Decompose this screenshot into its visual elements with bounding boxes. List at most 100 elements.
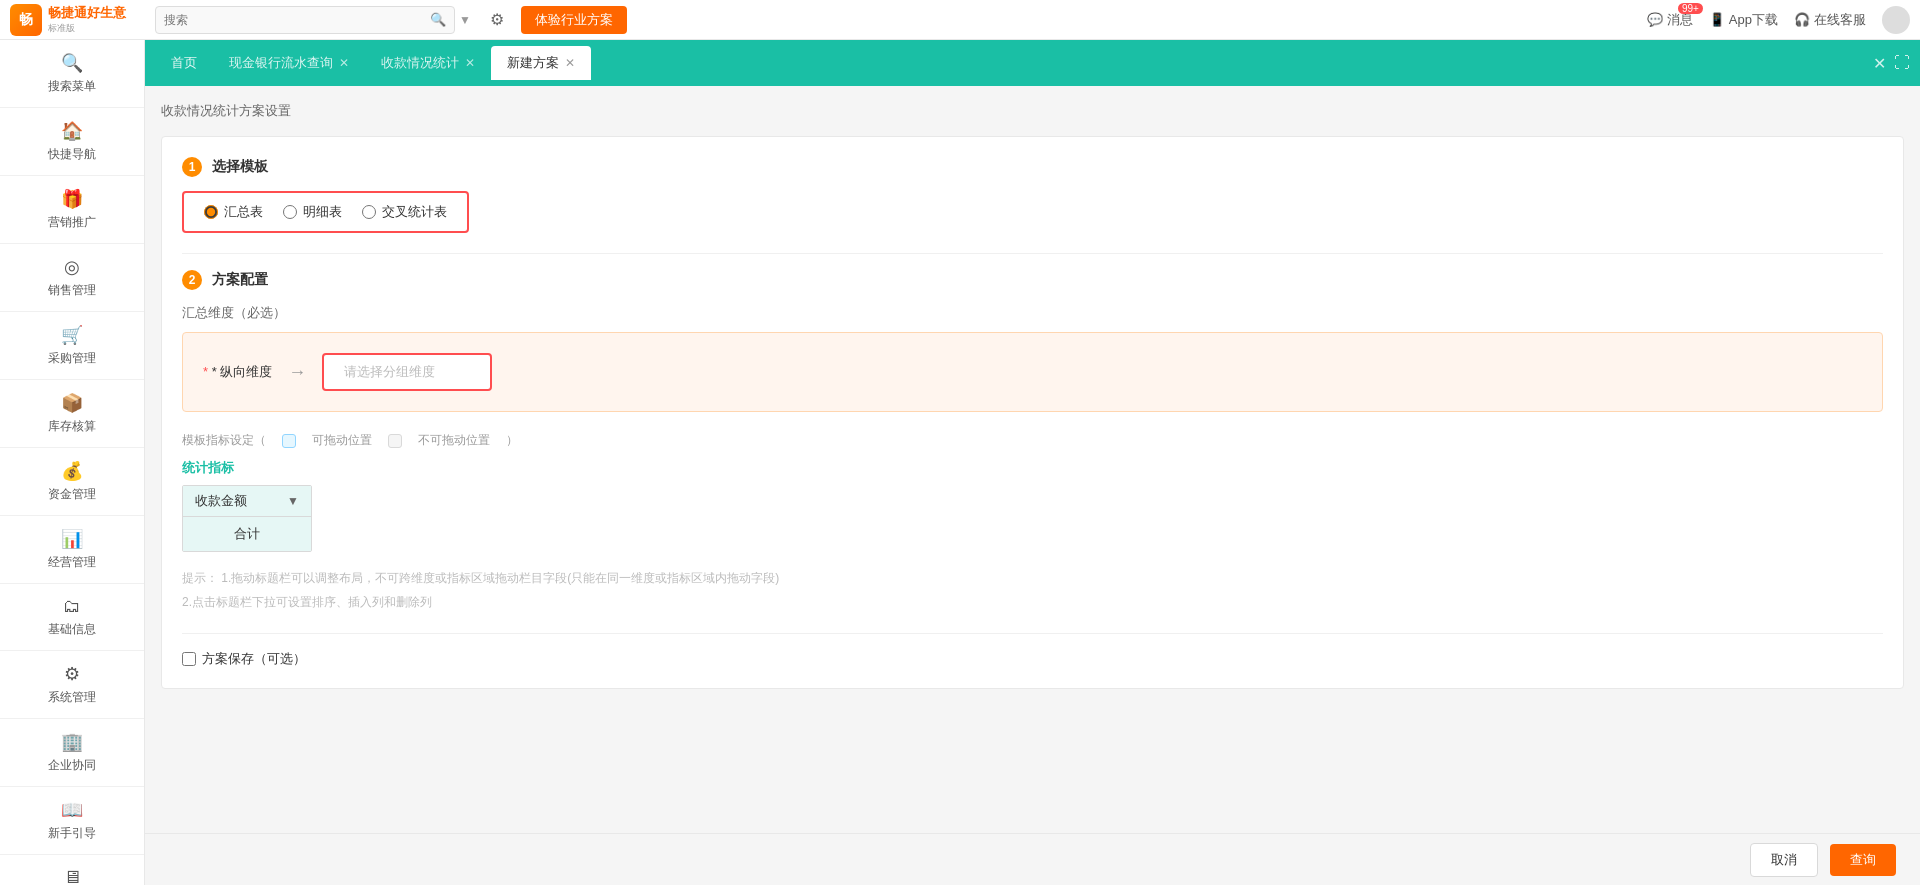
chevron-down-icon: ▼ bbox=[459, 13, 471, 27]
finance-icon: 💰 bbox=[61, 460, 83, 482]
top-right: 💬 消息 99+ 📱 App下载 🎧 在线客服 bbox=[1647, 6, 1910, 34]
top-bar: 畅 畅捷通好生意 标准版 🔍 ▼ ⚙ 体验行业方案 💬 消息 99+ 📱 App… bbox=[0, 0, 1920, 40]
basic-icon: 🗂 bbox=[63, 596, 81, 617]
user-avatar[interactable] bbox=[1882, 6, 1910, 34]
sidebar-item-hardware[interactable]: 🖥 智能硬件 bbox=[0, 855, 144, 885]
not-draggable-dot bbox=[388, 434, 402, 448]
sidebar-item-system[interactable]: ⚙ 系统管理 bbox=[0, 651, 144, 719]
radio-detail-label: 明细表 bbox=[303, 203, 342, 221]
tab-receipt-stat[interactable]: 收款情况统计 ✕ bbox=[365, 46, 491, 80]
gift-icon: 🎁 bbox=[61, 188, 83, 210]
step1-title: 选择模板 bbox=[212, 158, 268, 176]
sidebar-item-finance[interactable]: 💰 资金管理 bbox=[0, 448, 144, 516]
tip-1: 提示： 1.拖动标题栏可以调整布局，不可跨维度或指标区域拖动栏目字段(只能在同一… bbox=[182, 568, 1883, 590]
step2-section: 2 方案配置 汇总维度（必选） * * 纵向维度 → bbox=[182, 270, 1883, 613]
dimension-area: * * 纵向维度 → 请选择分组维度 bbox=[182, 332, 1883, 412]
save-label: 方案保存（可选） bbox=[202, 650, 306, 668]
divider2 bbox=[182, 633, 1883, 634]
close-tab-btn[interactable]: ✕ bbox=[1873, 54, 1886, 73]
step1-header: 1 选择模板 bbox=[182, 157, 1883, 177]
sales-icon: ◎ bbox=[64, 256, 80, 278]
message-button[interactable]: 💬 消息 99+ bbox=[1647, 11, 1693, 29]
indicator-hint-label: 模板指标设定（ bbox=[182, 432, 266, 449]
query-button[interactable]: 查询 bbox=[1830, 844, 1896, 876]
industry-button[interactable]: 体验行业方案 bbox=[521, 6, 627, 34]
bottom-bar: 取消 查询 bbox=[145, 833, 1920, 885]
radio-summary-label: 汇总表 bbox=[224, 203, 263, 221]
sidebar-item-enterprise[interactable]: 🏢 企业协同 bbox=[0, 719, 144, 787]
sidebar-item-quick-nav[interactable]: 🏠 快捷导航 bbox=[0, 108, 144, 176]
radio-crosstab[interactable]: 交叉统计表 bbox=[362, 203, 447, 221]
template-select-box: 汇总表 明细表 交叉统计表 bbox=[182, 191, 469, 233]
step2-title: 方案配置 bbox=[212, 271, 268, 289]
config-section: 汇总维度（必选） * * 纵向维度 → 请选择分组维度 bbox=[182, 304, 1883, 613]
dimension-row: * * 纵向维度 → 请选择分组维度 bbox=[203, 353, 492, 391]
search-input[interactable] bbox=[164, 13, 430, 27]
dimension-select-box[interactable]: 请选择分组维度 bbox=[322, 353, 492, 391]
system-icon: ⚙ bbox=[64, 663, 80, 685]
page-title: 收款情况统计方案设置 bbox=[161, 102, 1904, 120]
sidebar-item-search-menu[interactable]: 🔍 搜索菜单 bbox=[0, 40, 144, 108]
sidebar-item-guide[interactable]: 📖 新手引导 bbox=[0, 787, 144, 855]
search-icon: 🔍 bbox=[430, 12, 446, 27]
col-header-dropdown-icon[interactable]: ▼ bbox=[287, 494, 299, 508]
sidebar-item-operations[interactable]: 📊 经营管理 bbox=[0, 516, 144, 584]
service-button[interactable]: 🎧 在线客服 bbox=[1794, 11, 1866, 29]
dimension-arrow-icon: → bbox=[288, 362, 306, 383]
dimension-title: 汇总维度（必选） bbox=[182, 304, 1883, 322]
home-icon: 🏠 bbox=[61, 120, 83, 142]
main-card: 1 选择模板 汇总表 明细表 bbox=[161, 136, 1904, 689]
stat-label: 统计指标 bbox=[182, 459, 1883, 477]
download-button[interactable]: 📱 App下载 bbox=[1709, 11, 1778, 29]
tab-cash-query[interactable]: 现金银行流水查询 ✕ bbox=[213, 46, 365, 80]
tab-close-new-plan[interactable]: ✕ bbox=[565, 56, 575, 70]
tab-bar: 首页 现金银行流水查询 ✕ 收款情况统计 ✕ 新建方案 ✕ ✕ ⛶ bbox=[145, 40, 1920, 86]
content-area: 首页 现金银行流水查询 ✕ 收款情况统计 ✕ 新建方案 ✕ ✕ ⛶ 收款情况统计… bbox=[145, 40, 1920, 885]
enterprise-icon: 🏢 bbox=[61, 731, 83, 753]
cancel-button[interactable]: 取消 bbox=[1750, 843, 1818, 877]
radio-summary-input[interactable] bbox=[204, 205, 218, 219]
search-box[interactable]: 🔍 bbox=[155, 6, 455, 34]
download-icon: 📱 bbox=[1709, 12, 1725, 27]
logo-icon: 畅 bbox=[10, 4, 42, 36]
logo-area: 畅 畅捷通好生意 标准版 bbox=[10, 4, 155, 36]
sidebar-item-basic[interactable]: 🗂 基础信息 bbox=[0, 584, 144, 651]
divider1 bbox=[182, 253, 1883, 254]
sidebar-item-purchase[interactable]: 🛒 采购管理 bbox=[0, 312, 144, 380]
tip-2: 2.点击标题栏下拉可设置排序、插入列和删除列 bbox=[182, 592, 1883, 614]
message-icon: 💬 bbox=[1647, 12, 1663, 27]
tab-new-plan[interactable]: 新建方案 ✕ bbox=[491, 46, 591, 80]
step1-num: 1 bbox=[182, 157, 202, 177]
search-dropdown[interactable]: ▼ bbox=[459, 13, 471, 27]
inventory-icon: 📦 bbox=[61, 392, 83, 414]
dimension-row-label: * * 纵向维度 bbox=[203, 363, 272, 381]
save-checkbox[interactable] bbox=[182, 652, 196, 666]
radio-crosstab-label: 交叉统计表 bbox=[382, 203, 447, 221]
col-header-text: 收款金额 bbox=[195, 492, 247, 510]
operations-icon: 📊 bbox=[61, 528, 83, 550]
step1-section: 1 选择模板 汇总表 明细表 bbox=[182, 157, 1883, 233]
radio-summary[interactable]: 汇总表 bbox=[204, 203, 263, 221]
gear-button[interactable]: ⚙ bbox=[481, 4, 513, 36]
tips-section: 提示： 1.拖动标题栏可以调整布局，不可跨维度或指标区域拖动栏目字段(只能在同一… bbox=[182, 568, 1883, 613]
logo-badge: 标准版 bbox=[48, 22, 126, 35]
maximize-btn[interactable]: ⛶ bbox=[1894, 54, 1910, 73]
hardware-icon: 🖥 bbox=[63, 867, 81, 885]
radio-crosstab-input[interactable] bbox=[362, 205, 376, 219]
sidebar-item-marketing[interactable]: 🎁 营销推广 bbox=[0, 176, 144, 244]
indicator-table: 收款金额 ▼ 合计 bbox=[182, 485, 312, 552]
indicator-hint: 模板指标设定（ 可拖动位置 不可拖动位置 ） bbox=[182, 432, 1883, 449]
tab-close-cash[interactable]: ✕ bbox=[339, 56, 349, 70]
message-badge: 99+ bbox=[1678, 3, 1703, 14]
guide-icon: 📖 bbox=[61, 799, 83, 821]
draggable-dot bbox=[282, 434, 296, 448]
step2-num: 2 bbox=[182, 270, 202, 290]
radio-detail-input[interactable] bbox=[283, 205, 297, 219]
indicator-section: 模板指标设定（ 可拖动位置 不可拖动位置 ） 统计指标 收款金额 bbox=[182, 432, 1883, 552]
col-sub-cell: 合计 bbox=[183, 517, 311, 551]
sidebar-item-inventory[interactable]: 📦 库存核算 bbox=[0, 380, 144, 448]
tab-close-receipt[interactable]: ✕ bbox=[465, 56, 475, 70]
sidebar-item-sales[interactable]: ◎ 销售管理 bbox=[0, 244, 144, 312]
radio-detail[interactable]: 明细表 bbox=[283, 203, 342, 221]
tab-home[interactable]: 首页 bbox=[155, 46, 213, 80]
